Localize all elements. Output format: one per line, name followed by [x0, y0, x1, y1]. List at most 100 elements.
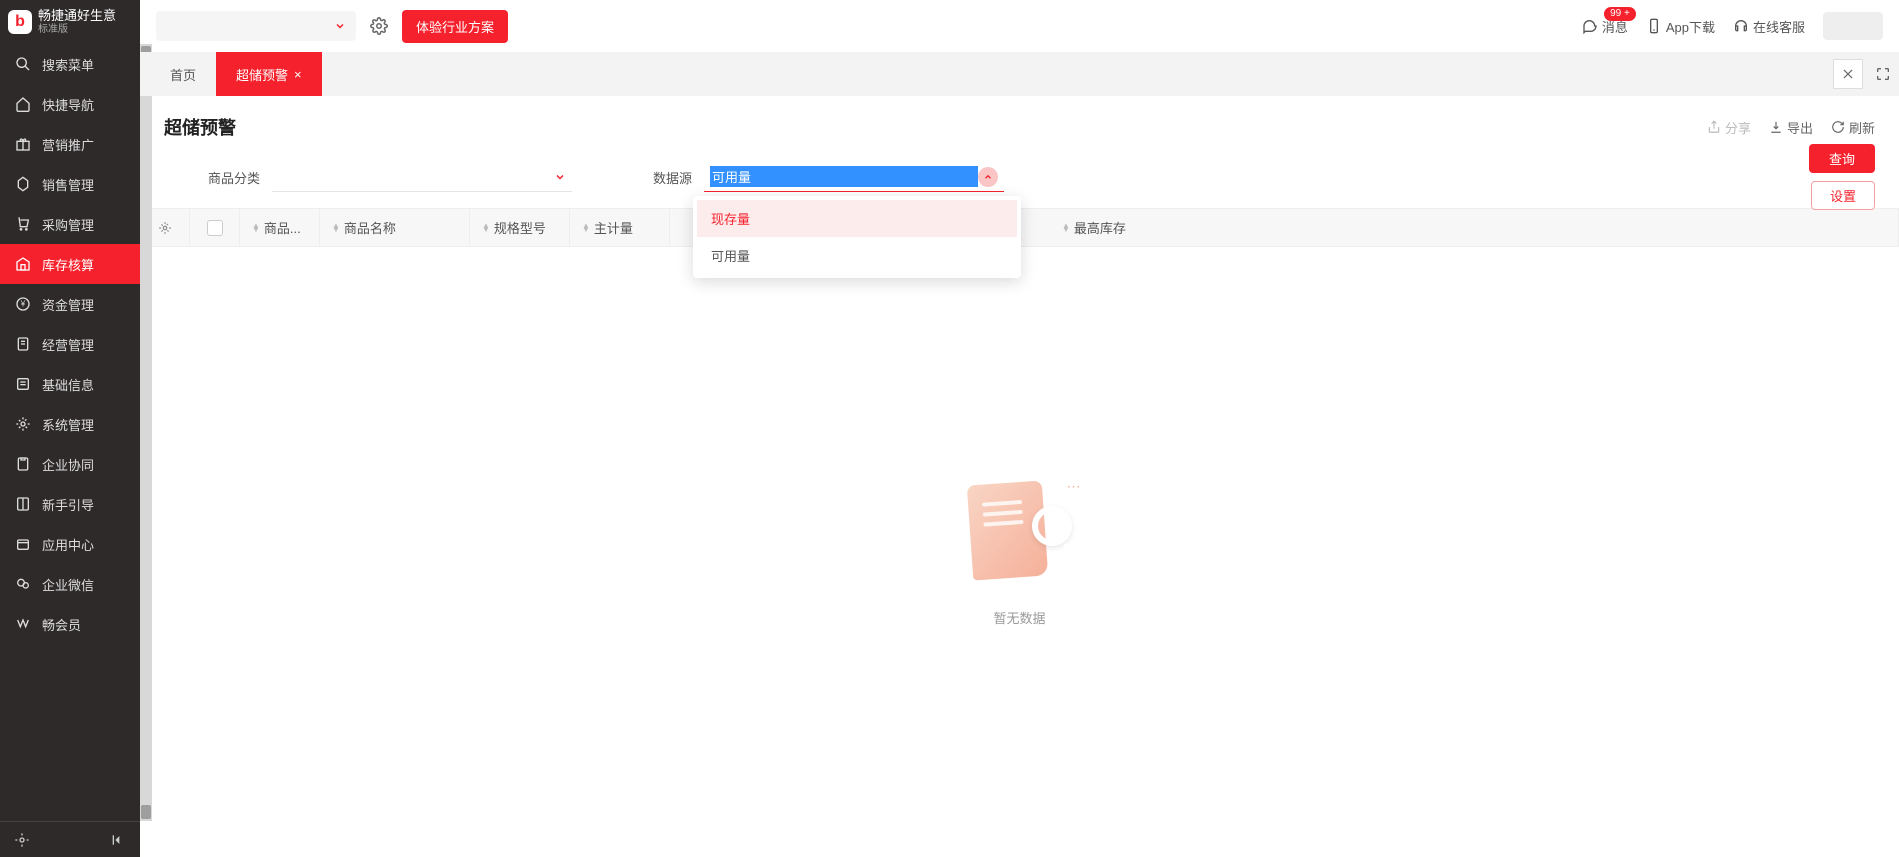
scrollbar-thumb-bottom[interactable] [141, 805, 151, 819]
source-label: 数据源 [632, 168, 692, 187]
gift-icon [14, 135, 32, 153]
empty-state: ⋯ 暂无数据 [140, 247, 1899, 857]
column-header[interactable]: ▲▼商品名称 [320, 209, 470, 246]
column-header[interactable]: ▲▼最高库存 [1050, 209, 1899, 246]
clipboard2-icon [14, 455, 32, 473]
brand-name: 畅捷通好生意 [38, 9, 116, 23]
collapse-icon[interactable] [110, 832, 126, 848]
avatar[interactable] [1823, 12, 1883, 40]
sidebar: b 畅捷通好生意 标准版 搜索菜单 快捷导航 营销推广 销售管理 采购管理 库存… [0, 0, 140, 857]
topbar: 体验行业方案 99 + 消息 App下载 在线客服 [140, 0, 1899, 52]
search-icon [14, 55, 32, 73]
sidebar-item-label: 企业微信 [42, 575, 94, 594]
money-icon: ¥ [14, 295, 32, 313]
sort-icon: ▲▼ [582, 224, 590, 232]
topbar-settings-button[interactable] [366, 13, 392, 39]
sidebar-item-wechat[interactable]: 企业微信 [0, 564, 140, 604]
sidebar-menu: 搜索菜单 快捷导航 营销推广 销售管理 采购管理 库存核算 ¥ 资金管理 经营管理… [0, 44, 140, 821]
tab-label: 超储预警 [236, 65, 288, 84]
sort-icon: ▲▼ [252, 224, 260, 232]
sidebar-item-nav[interactable]: 快捷导航 [0, 84, 140, 124]
sidebar-item-apps[interactable]: 应用中心 [0, 524, 140, 564]
main: 体验行业方案 99 + 消息 App下载 在线客服 [140, 0, 1899, 857]
app-download-link[interactable]: App下载 [1646, 17, 1715, 36]
message-icon [1582, 18, 1598, 34]
sidebar-item-sales[interactable]: 销售管理 [0, 164, 140, 204]
refresh-icon [1831, 120, 1845, 134]
fullscreen-button[interactable] [1869, 60, 1897, 88]
empty-text: 暂无数据 [993, 608, 1045, 627]
category-label: 商品分类 [200, 168, 260, 187]
chevron-down-icon [334, 20, 346, 32]
tab-overstock[interactable]: 超储预警 × [216, 52, 322, 96]
close-all-tabs-button[interactable] [1833, 59, 1863, 89]
phone-icon [1646, 18, 1662, 34]
column-header[interactable]: ▲▼商品... [240, 209, 320, 246]
sidebar-item-inventory[interactable]: 库存核算 [0, 244, 140, 284]
settings-button[interactable]: 设置 [1811, 181, 1875, 210]
brand: b 畅捷通好生意 标准版 [0, 0, 140, 44]
headset-icon [1733, 18, 1749, 34]
sidebar-item-label: 系统管理 [42, 415, 94, 434]
tab-label: 首页 [170, 65, 196, 84]
sidebar-item-coop[interactable]: 企业协同 [0, 444, 140, 484]
tabs: 首页 超储预警 × [140, 52, 1899, 96]
sidebar-item-label: 采购管理 [42, 215, 94, 234]
book-icon [14, 495, 32, 513]
tab-home[interactable]: 首页 [150, 52, 216, 96]
apps-icon [14, 535, 32, 553]
source-dropdown: 现存量 可用量 [693, 196, 1021, 278]
tab-close-icon[interactable]: × [294, 67, 302, 82]
refresh-button[interactable]: 刷新 [1831, 118, 1875, 137]
home-icon [14, 95, 32, 113]
gear-icon [14, 415, 32, 433]
sidebar-bottom [0, 821, 140, 857]
sidebar-item-purchase[interactable]: 采购管理 [0, 204, 140, 244]
org-select[interactable] [156, 11, 356, 41]
sidebar-item-label: 资金管理 [42, 295, 94, 314]
settings-icon[interactable] [14, 832, 30, 848]
empty-illustration: ⋯ [960, 478, 1080, 588]
chevron-down-icon [554, 171, 566, 183]
share-button[interactable]: 分享 [1707, 118, 1751, 137]
sales-icon [14, 175, 32, 193]
app-download-label: App下载 [1666, 17, 1715, 36]
sidebar-item-search[interactable]: 搜索菜单 [0, 44, 140, 84]
sidebar-item-system[interactable]: 系统管理 [0, 404, 140, 444]
chevron-up-icon [978, 167, 998, 187]
column-header[interactable]: ▲▼规格型号 [470, 209, 570, 246]
sidebar-item-label: 快捷导航 [42, 95, 94, 114]
brand-edition: 标准版 [38, 24, 116, 35]
sidebar-item-member[interactable]: 畅会员 [0, 604, 140, 644]
service-label: 在线客服 [1753, 17, 1805, 36]
dropdown-option[interactable]: 可用量 [697, 237, 1017, 274]
trial-button[interactable]: 体验行业方案 [402, 10, 508, 43]
sidebar-item-funds[interactable]: ¥ 资金管理 [0, 284, 140, 324]
sidebar-item-guide[interactable]: 新手引导 [0, 484, 140, 524]
sidebar-item-marketing[interactable]: 营销推广 [0, 124, 140, 164]
export-button[interactable]: 导出 [1769, 118, 1813, 137]
dropdown-option[interactable]: 现存量 [697, 200, 1017, 237]
export-icon [1769, 120, 1783, 134]
svg-text:¥: ¥ [20, 300, 26, 309]
category-select[interactable] [272, 162, 572, 192]
sidebar-item-label: 企业协同 [42, 455, 94, 474]
sort-icon: ▲▼ [1062, 224, 1070, 232]
query-button[interactable]: 查询 [1809, 144, 1875, 173]
source-value: 可用量 [710, 166, 978, 187]
service-link[interactable]: 在线客服 [1733, 17, 1805, 36]
sidebar-item-basedata[interactable]: 基础信息 [0, 364, 140, 404]
sidebar-item-label: 经营管理 [42, 335, 94, 354]
sort-icon: ▲▼ [482, 224, 490, 232]
cart-icon [14, 215, 32, 233]
sidebar-item-business[interactable]: 经营管理 [0, 324, 140, 364]
clipboard-icon [14, 335, 32, 353]
messages-link[interactable]: 99 + 消息 [1582, 17, 1628, 36]
select-all-checkbox[interactable] [190, 209, 240, 246]
sidebar-item-label: 应用中心 [42, 535, 94, 554]
source-select[interactable]: 可用量 [704, 162, 1004, 192]
column-header[interactable]: ▲▼主计量 [570, 209, 670, 246]
sidebar-item-label: 新手引导 [42, 495, 94, 514]
sidebar-item-label: 畅会员 [42, 615, 81, 634]
sidebar-item-label: 库存核算 [42, 255, 94, 274]
